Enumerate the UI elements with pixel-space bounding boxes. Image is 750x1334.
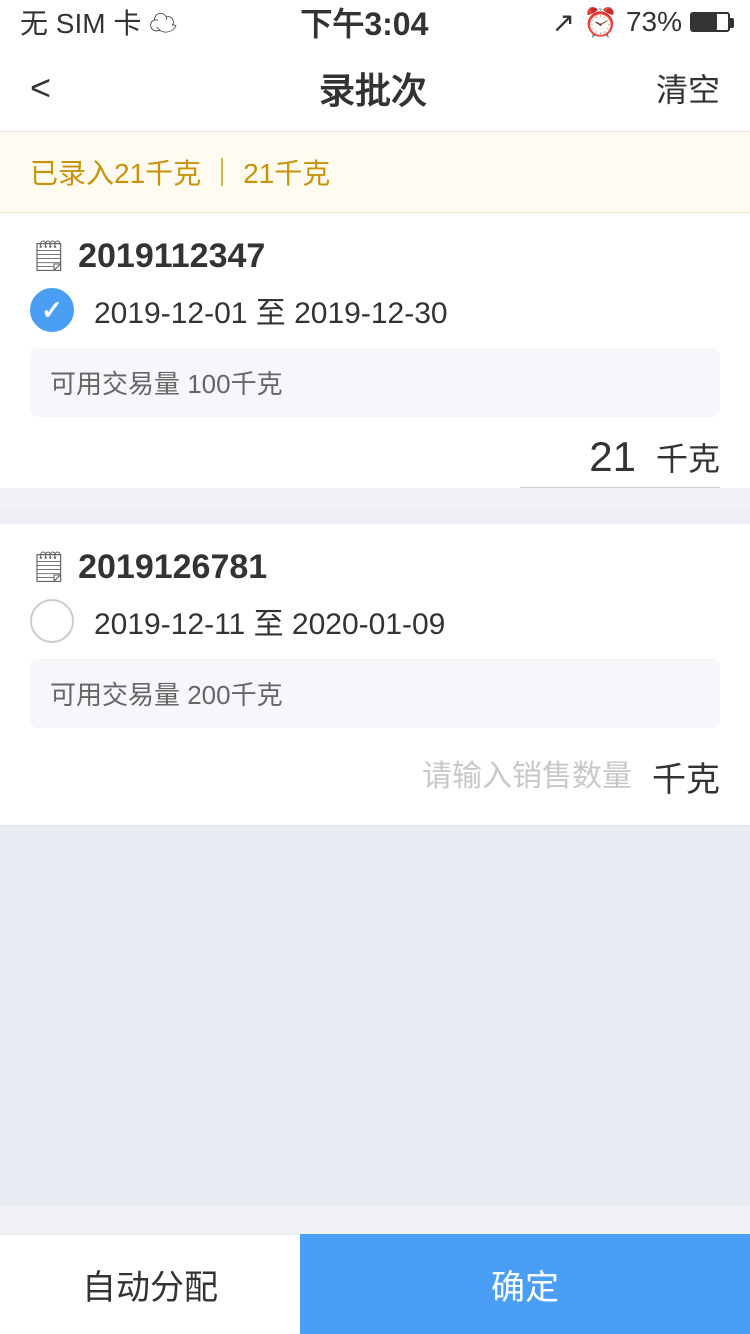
batch-number-1: 2019112347 (78, 237, 265, 276)
alarm-icon: ⏰ (583, 6, 618, 39)
batch-card-2: 🗒 2019126781 2019-12-11 至 2020-01-09 可用交… (0, 524, 750, 826)
status-right: ↗ ⏰ 73% (552, 6, 730, 39)
battery-icon (690, 12, 730, 32)
batch-date-row-2[interactable]: 2019-12-11 至 2020-01-09 (30, 599, 720, 643)
section-divider (0, 508, 750, 524)
quantity-unit-1: 千克 (656, 434, 720, 480)
status-left: 无 SIM 卡 ☁ (20, 2, 177, 42)
radio-button-2[interactable] (30, 599, 74, 643)
available-row-1: 可用交易量 100千克 (30, 348, 720, 417)
location-icon: ↗ (552, 6, 575, 39)
status-time: 下午3:04 (300, 0, 428, 45)
batch-doc-icon-1: 🗒 (30, 239, 68, 274)
auto-distribute-button[interactable]: 自动分配 (0, 1234, 300, 1334)
quantity-input-row-2[interactable]: 千克 (0, 728, 750, 826)
quantity-underline-1 (520, 487, 720, 488)
batch-item-1: 🗒 2019112347 2019-12-01 至 2019-12-30 可用交… (0, 213, 750, 417)
info-divider (221, 158, 223, 186)
quantity-input-2[interactable] (30, 760, 632, 794)
confirm-button[interactable]: 确定 (300, 1234, 750, 1334)
quantity-display-1: 21 千克 (0, 417, 750, 481)
batch-number-2: 2019126781 (78, 548, 267, 587)
page-title: 录批次 (319, 62, 427, 114)
available-text-1: 可用交易量 100千克 (50, 369, 283, 399)
nav-bar: < 录批次 清空 (0, 44, 750, 132)
batch-date-row-1[interactable]: 2019-12-01 至 2019-12-30 (30, 288, 720, 332)
back-button[interactable]: < (30, 67, 90, 109)
info-banner: 已录入21千克 21千克 (0, 132, 750, 213)
amount-label: 21千克 (243, 152, 330, 192)
bottom-bar: 自动分配 确定 (0, 1234, 750, 1334)
battery-label: 73% (626, 6, 682, 38)
batch-item-2: 🗒 2019126781 2019-12-11 至 2020-01-09 可用交… (0, 524, 750, 728)
available-text-2: 可用交易量 200千克 (50, 680, 283, 710)
clear-button[interactable]: 清空 (656, 65, 720, 111)
quantity-unit-2: 千克 (652, 752, 720, 801)
batch-doc-icon-2: 🗒 (30, 550, 68, 585)
sim-label: 无 SIM 卡 ☁ (20, 2, 177, 42)
recorded-label: 已录入21千克 (30, 152, 201, 192)
empty-area (0, 826, 750, 1206)
batch-date-2: 2019-12-11 至 2020-01-09 (94, 599, 445, 643)
radio-button-1[interactable] (30, 288, 74, 332)
status-bar: 无 SIM 卡 ☁ 下午3:04 ↗ ⏰ 73% (0, 0, 750, 44)
batch-header-1: 🗒 2019112347 (30, 237, 720, 276)
batch-header-2: 🗒 2019126781 (30, 548, 720, 587)
quantity-value-1: 21 (589, 433, 636, 481)
available-row-2: 可用交易量 200千克 (30, 659, 720, 728)
batch-card-1: 🗒 2019112347 2019-12-01 至 2019-12-30 可用交… (0, 213, 750, 488)
batch-date-1: 2019-12-01 至 2019-12-30 (94, 288, 448, 332)
